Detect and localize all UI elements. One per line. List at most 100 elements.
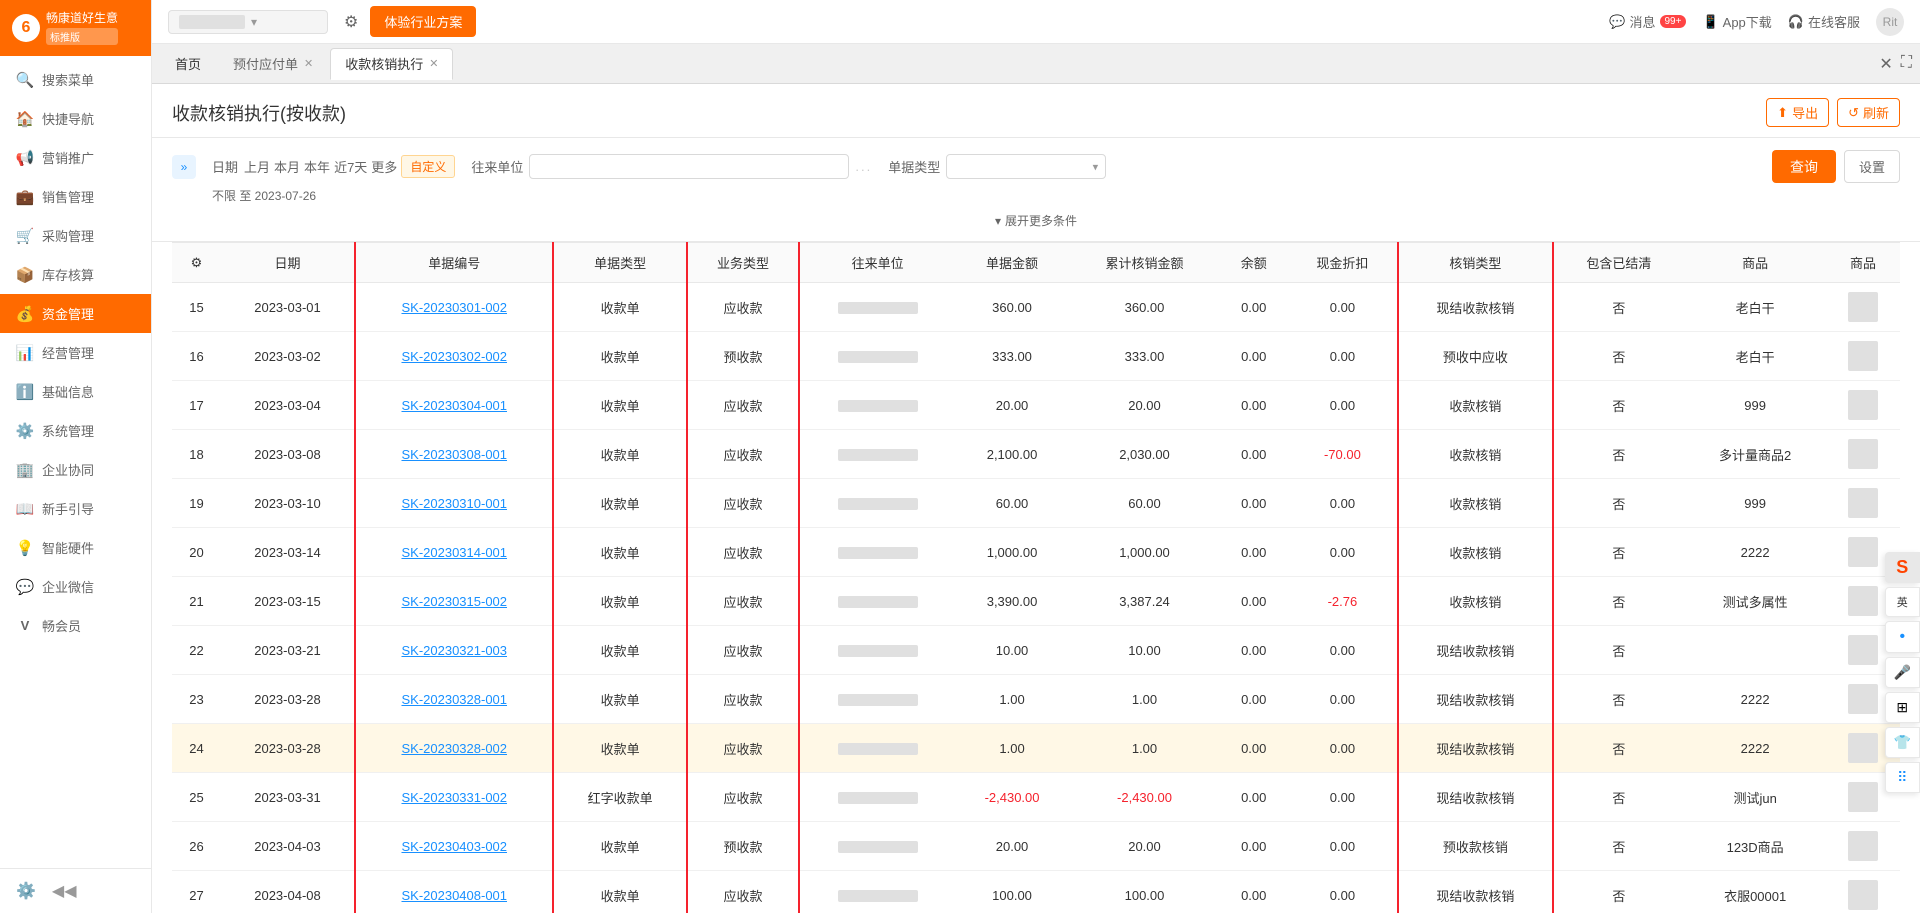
- badge-dot[interactable]: •: [1885, 621, 1920, 653]
- col-header-product2[interactable]: 商品: [1826, 243, 1900, 283]
- date-last-month[interactable]: 上月: [244, 157, 270, 176]
- badge-shirt[interactable]: 👕: [1885, 727, 1920, 758]
- col-header-product[interactable]: 商品: [1684, 243, 1826, 283]
- member-icon: V: [16, 617, 34, 635]
- gear-icon[interactable]: ⚙: [344, 12, 358, 32]
- date-this-year[interactable]: 本年: [304, 157, 330, 176]
- date-this-month[interactable]: 本月: [274, 157, 300, 176]
- inventory-icon: 📦: [16, 266, 34, 284]
- cell-cancel-type: 收款核销: [1398, 381, 1552, 430]
- cell-doc-num: SK-20230308-001: [355, 430, 553, 479]
- close-tab-writeoff-icon[interactable]: ✕: [429, 57, 438, 70]
- sidebar-item-quicknav[interactable]: 🏠 快捷导航: [0, 99, 151, 138]
- cell-cash-discount: -70.00: [1287, 430, 1398, 479]
- col-header-cash-discount[interactable]: 现金折扣: [1287, 243, 1398, 283]
- sidebar-item-member[interactable]: V 畅会员: [0, 606, 151, 645]
- badge-mic[interactable]: 🎤: [1885, 657, 1920, 688]
- doc-num-link[interactable]: SK-20230408-001: [401, 888, 507, 903]
- expand-more-button[interactable]: ▾ 展开更多条件: [995, 212, 1077, 229]
- sidebar-item-system[interactable]: ⚙️ 系统管理: [0, 411, 151, 450]
- partner-input[interactable]: [529, 154, 849, 179]
- sidebar-item-operation[interactable]: 📊 经营管理: [0, 333, 151, 372]
- doc-type-select[interactable]: 收款单 红字收款单: [946, 154, 1106, 179]
- doc-num-link[interactable]: SK-20230310-001: [401, 496, 507, 511]
- col-header-date[interactable]: 日期: [221, 243, 355, 283]
- sidebar-item-inventory[interactable]: 📦 库存核算: [0, 255, 151, 294]
- cell-partner: [799, 283, 955, 332]
- date-7days[interactable]: 近7天: [334, 157, 367, 176]
- doc-num-link[interactable]: SK-20230302-002: [401, 349, 507, 364]
- cell-date: 2023-03-02: [221, 332, 355, 381]
- cell-doc-num: SK-20230331-002: [355, 773, 553, 822]
- doc-num-link[interactable]: SK-20230328-002: [401, 741, 507, 756]
- tab-home[interactable]: 首页: [160, 48, 216, 80]
- maximize-icon[interactable]: ⛶: [1901, 54, 1912, 74]
- sidebar-item-basic[interactable]: ℹ️ 基础信息: [0, 372, 151, 411]
- badge-grid[interactable]: ⊞: [1885, 692, 1920, 723]
- table-row: 152023-03-01SK-20230301-002收款单应收款360.003…: [172, 283, 1900, 332]
- col-header-cancel-type[interactable]: 核销类型: [1398, 243, 1552, 283]
- settings-icon[interactable]: ⚙️: [16, 881, 36, 901]
- tab-prepay[interactable]: 预付应付单 ✕: [218, 48, 328, 80]
- col-header-balance[interactable]: 余额: [1220, 243, 1287, 283]
- sidebar-item-enterprise[interactable]: 🏢 企业协同: [0, 450, 151, 489]
- tab-writeoff[interactable]: 收款核销执行 ✕: [330, 48, 453, 80]
- badge-english[interactable]: 英: [1885, 587, 1920, 617]
- user-avatar[interactable]: Rit: [1876, 8, 1904, 36]
- col-header-amount[interactable]: 单据金额: [955, 243, 1069, 283]
- sidebar-item-marketing[interactable]: 📢 营销推广: [0, 138, 151, 177]
- sidebar-item-search[interactable]: 🔍 搜索菜单: [0, 60, 151, 99]
- sidebar-item-wechat[interactable]: 💬 企业微信: [0, 567, 151, 606]
- date-more[interactable]: 更多: [371, 157, 397, 176]
- cell-cancel-type: 现结收款核销: [1398, 675, 1552, 724]
- cell-partner: [799, 626, 955, 675]
- cell-partner: [799, 773, 955, 822]
- setting-button[interactable]: 设置: [1844, 150, 1900, 183]
- messages-button[interactable]: 💬 消息 99+: [1609, 12, 1686, 31]
- cell-partner: [799, 479, 955, 528]
- sidebar-item-purchase[interactable]: 🛒 采购管理: [0, 216, 151, 255]
- doc-num-link[interactable]: SK-20230321-003: [401, 643, 507, 658]
- sidebar-menu: 🔍 搜索菜单 🏠 快捷导航 📢 营销推广 💼 销售管理 🛒 采购管理 📦 库存核…: [0, 56, 151, 868]
- query-button[interactable]: 查询: [1772, 150, 1836, 183]
- close-window-icon[interactable]: ✕: [1879, 54, 1892, 74]
- col-header-doc-type[interactable]: 单据类型: [553, 243, 686, 283]
- collapse-icon[interactable]: ◀◀: [52, 881, 77, 901]
- solution-button[interactable]: 体验行业方案: [370, 6, 476, 37]
- search-icon: 🔍: [16, 71, 34, 89]
- app-download-button[interactable]: 📱 App下载: [1702, 12, 1771, 31]
- badge-apps[interactable]: ⠿: [1885, 762, 1920, 793]
- s-logo-badge[interactable]: S: [1885, 552, 1920, 583]
- col-header-biz-type[interactable]: 业务类型: [687, 243, 799, 283]
- custom-date-button[interactable]: 自定义: [401, 155, 455, 178]
- cell-include-settled: 否: [1553, 381, 1685, 430]
- doc-num-link[interactable]: SK-20230315-002: [401, 594, 507, 609]
- cell-date: 2023-03-28: [221, 724, 355, 773]
- company-selector[interactable]: ▾: [168, 10, 328, 34]
- col-header-setting[interactable]: ⚙: [172, 243, 221, 283]
- doc-num-link[interactable]: SK-20230403-002: [401, 839, 507, 854]
- filter-expand-button[interactable]: »: [172, 155, 196, 179]
- doc-num-link[interactable]: SK-20230301-002: [401, 300, 507, 315]
- online-service-button[interactable]: 🎧 在线客服: [1788, 12, 1860, 31]
- col-header-partner[interactable]: 往来单位: [799, 243, 955, 283]
- sidebar-item-guide[interactable]: 📖 新手引导: [0, 489, 151, 528]
- sidebar-item-finance[interactable]: 💰 资金管理: [0, 294, 151, 333]
- doc-num-link[interactable]: SK-20230308-001: [401, 447, 507, 462]
- sidebar-item-sales[interactable]: 💼 销售管理: [0, 177, 151, 216]
- refresh-button[interactable]: ↺ 刷新: [1837, 98, 1900, 127]
- col-header-doc-num[interactable]: 单据编号: [355, 243, 553, 283]
- doc-num-link[interactable]: SK-20230314-001: [401, 545, 507, 560]
- cell-balance: 0.00: [1220, 577, 1287, 626]
- doc-num-link[interactable]: SK-20230328-001: [401, 692, 507, 707]
- col-header-include-settled[interactable]: 包含已结清: [1553, 243, 1685, 283]
- main-area: ▾ ⚙ 体验行业方案 💬 消息 99+ 📱 App下载 🎧 在线客服 Rit: [152, 0, 1920, 913]
- doc-num-link[interactable]: SK-20230304-001: [401, 398, 507, 413]
- doc-num-link[interactable]: SK-20230331-002: [401, 790, 507, 805]
- sidebar-item-hardware[interactable]: 💡 智能硬件: [0, 528, 151, 567]
- close-tab-prepay-icon[interactable]: ✕: [304, 57, 313, 70]
- operation-icon: 📊: [16, 344, 34, 362]
- export-button[interactable]: ⬆ 导出: [1766, 98, 1829, 127]
- col-header-cumulative[interactable]: 累计核销金额: [1069, 243, 1220, 283]
- cell-partner: [799, 381, 955, 430]
